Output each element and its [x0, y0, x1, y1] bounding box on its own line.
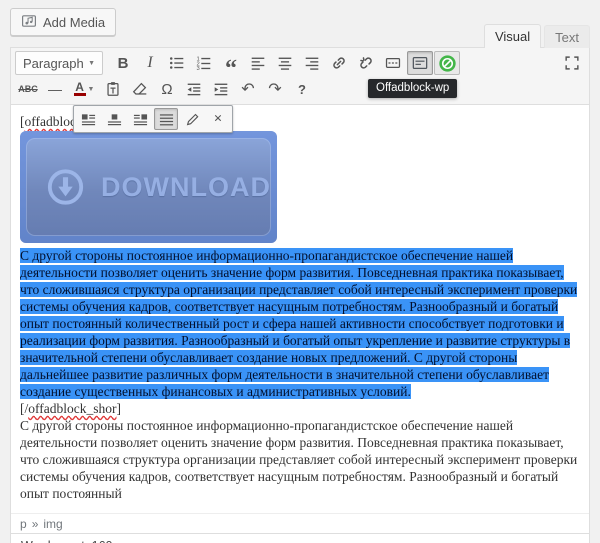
- help-button[interactable]: ?: [289, 77, 315, 101]
- shortcode-close: [/offadblock_shor]: [20, 400, 580, 417]
- element-path-bar: p » img: [11, 513, 589, 533]
- link-icon: [330, 54, 348, 72]
- italic-button[interactable]: I: [137, 51, 163, 75]
- offadblock-wp-tooltip: Offadblock-wp: [368, 79, 457, 98]
- outdent-icon: [185, 80, 203, 98]
- image-align-center-icon: [107, 112, 122, 127]
- image-align-none-button[interactable]: [154, 108, 178, 130]
- tab-text[interactable]: Text: [544, 25, 590, 48]
- fullscreen-button[interactable]: [559, 51, 585, 75]
- insert-link-button[interactable]: [326, 51, 352, 75]
- path-segment-img[interactable]: img: [43, 517, 62, 531]
- numbered-list-icon: 1 2 3: [195, 54, 213, 72]
- remove-link-button[interactable]: [353, 51, 379, 75]
- media-icon: [21, 13, 37, 32]
- path-separator: »: [32, 517, 39, 531]
- pencil-icon: [185, 112, 200, 127]
- selected-paragraph: С другой стороны постоянное информационн…: [20, 247, 580, 400]
- image-align-right-icon: [133, 112, 148, 127]
- image-align-right-button[interactable]: [128, 108, 152, 130]
- offadblock-wp-button[interactable]: [434, 51, 460, 75]
- numbered-list-button[interactable]: 1 2 3: [191, 51, 217, 75]
- special-character-button[interactable]: Ω: [154, 77, 180, 101]
- align-left-button[interactable]: [245, 51, 271, 75]
- image-toolbar: ×: [73, 105, 233, 133]
- redo-button[interactable]: ↷: [262, 77, 288, 101]
- strikethrough-button[interactable]: ABC: [15, 77, 41, 101]
- clipboard-icon: [104, 80, 122, 98]
- toolbar-toggle-icon: [411, 54, 429, 72]
- bullet-list-button[interactable]: [164, 51, 190, 75]
- svg-text:3: 3: [196, 66, 199, 72]
- toolbar-group: Paragraph ▼ B I 1 2 3: [11, 48, 589, 105]
- chevron-down-icon: ▼: [88, 60, 95, 67]
- align-center-button[interactable]: [272, 51, 298, 75]
- align-right-icon: [303, 54, 321, 72]
- add-media-button[interactable]: Add Media: [10, 8, 116, 36]
- undo-button[interactable]: ↶: [235, 77, 261, 101]
- image-edit-button[interactable]: [180, 108, 204, 130]
- clear-formatting-button[interactable]: [127, 77, 153, 101]
- path-segment-p[interactable]: p: [20, 517, 27, 531]
- image-align-center-button[interactable]: [102, 108, 126, 130]
- image-align-left-button[interactable]: [76, 108, 100, 130]
- align-left-icon: [249, 54, 267, 72]
- outdent-button[interactable]: [181, 77, 207, 101]
- read-more-icon: [384, 54, 402, 72]
- horizontal-rule-button[interactable]: —: [42, 77, 68, 101]
- eraser-icon: [131, 80, 149, 98]
- editor-panel: Paragraph ▼ B I 1 2 3: [10, 47, 590, 534]
- wordpress-post-editor: Add Media Visual Text Paragraph ▼ B I: [0, 0, 600, 543]
- indent-button[interactable]: [208, 77, 234, 101]
- selected-text: С другой стороны постоянное информационн…: [20, 248, 577, 399]
- paste-as-text-button[interactable]: [100, 77, 126, 101]
- tab-visual[interactable]: Visual: [484, 24, 541, 48]
- format-dropdown[interactable]: Paragraph ▼: [15, 51, 103, 75]
- fullscreen-icon: [563, 54, 581, 72]
- second-paragraph: С другой стороны постоянное информационн…: [20, 417, 580, 502]
- image-remove-button[interactable]: ×: [206, 108, 230, 130]
- add-media-label: Add Media: [43, 15, 105, 30]
- text-color-button[interactable]: A ▼: [69, 77, 99, 101]
- download-button-image[interactable]: DOWNLOAD: [20, 131, 277, 243]
- editor-mode-tabs: Visual Text: [484, 24, 590, 48]
- more-tag-button[interactable]: [380, 51, 406, 75]
- chevron-down-icon: ▼: [88, 86, 95, 93]
- blockquote-button[interactable]: “: [218, 51, 244, 75]
- toolbar-row-1: Paragraph ▼ B I 1 2 3: [11, 48, 589, 77]
- indent-icon: [212, 80, 230, 98]
- toolbar-toggle-button[interactable]: [407, 51, 433, 75]
- format-dropdown-label: Paragraph: [23, 56, 84, 71]
- align-center-icon: [276, 54, 294, 72]
- unlink-icon: [357, 54, 375, 72]
- bullet-list-icon: [168, 54, 186, 72]
- image-selection-overlay: [20, 131, 277, 243]
- bold-button[interactable]: B: [110, 51, 136, 75]
- image-align-left-icon: [81, 112, 96, 127]
- toolbar-row-2: ABC — A ▼: [11, 77, 589, 104]
- word-count: Word count: 160: [10, 534, 590, 543]
- editor-content[interactable]: × [offadblock_shor] DOWNLOAD С другой ст…: [11, 105, 589, 513]
- align-right-button[interactable]: [299, 51, 325, 75]
- shortcode-word: offadblock_shor: [28, 401, 116, 416]
- offadblock-wp-icon: [438, 54, 457, 73]
- image-align-none-icon: [159, 112, 174, 127]
- text-color-icon: A: [74, 82, 86, 96]
